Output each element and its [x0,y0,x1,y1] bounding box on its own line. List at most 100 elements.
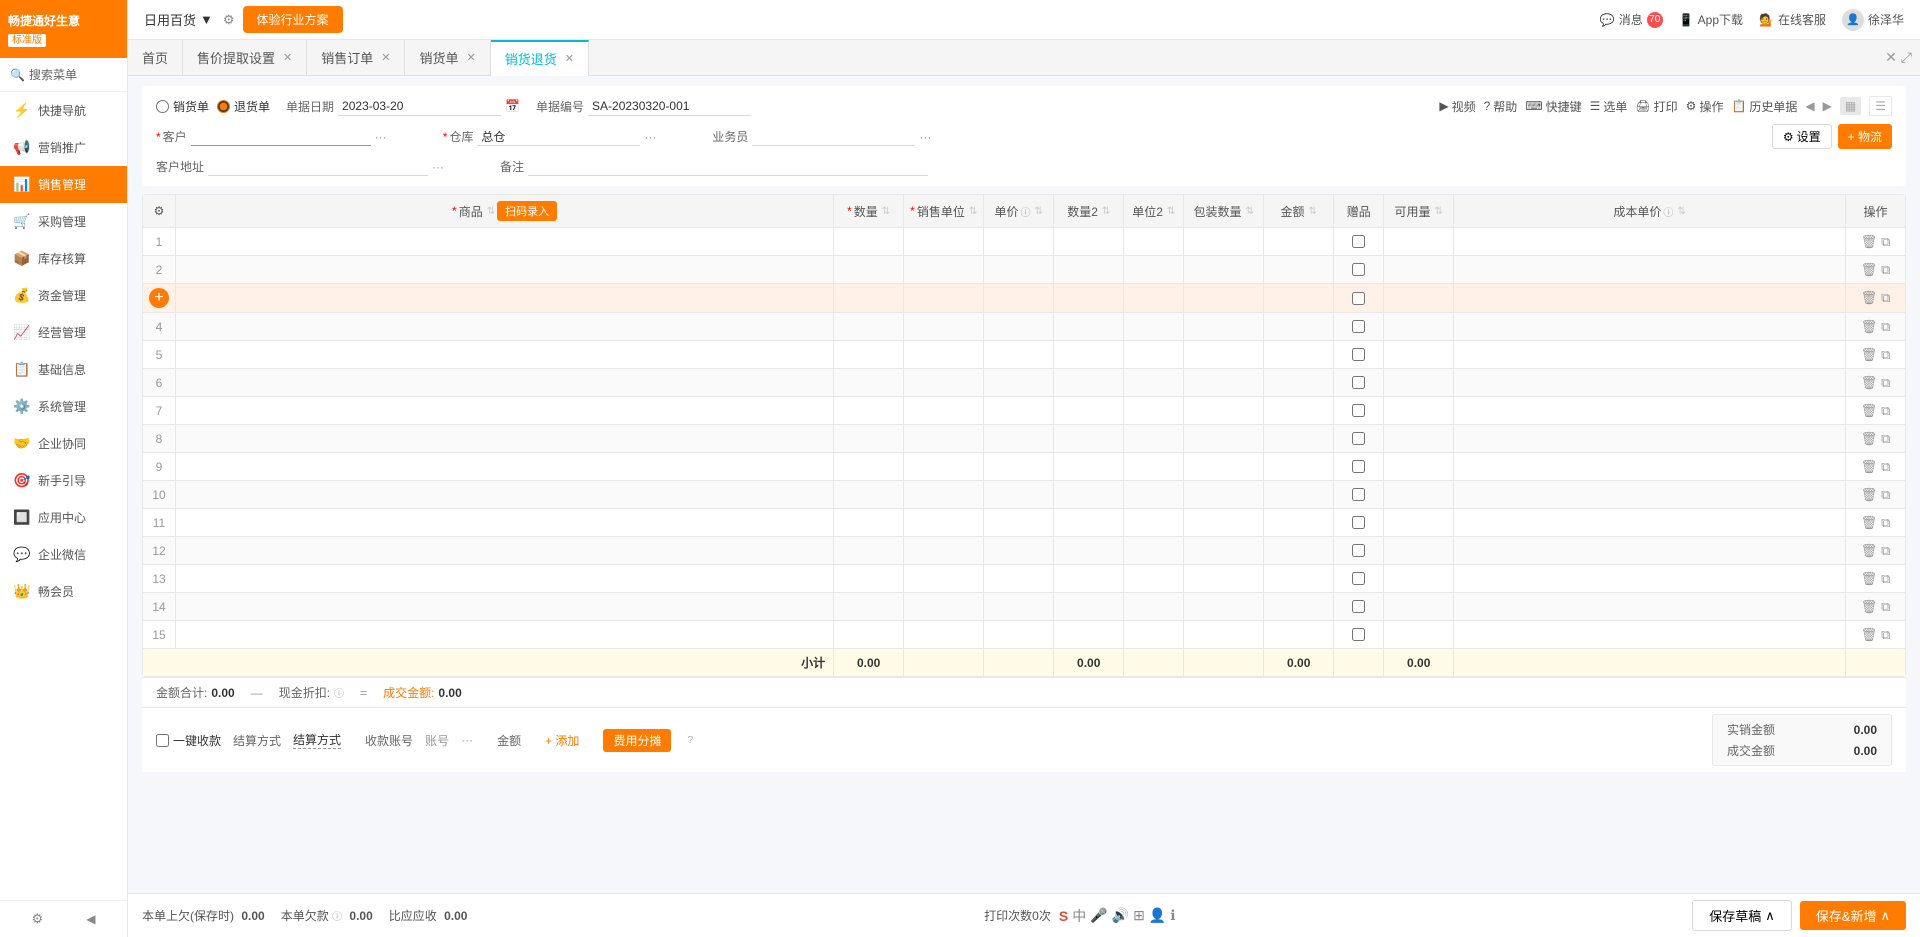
settings-btn[interactable]: ⚙ 设置 [1772,124,1832,149]
product-input-7[interactable] [182,404,827,418]
list-view-btn[interactable]: ☰ [1869,96,1892,116]
cell-unit2-9[interactable] [1124,453,1184,481]
cell-product-1[interactable] [176,228,834,256]
cell-cost-price-8[interactable] [1454,425,1846,453]
cell-product-15[interactable] [176,621,834,649]
messages-btn[interactable]: 💬 消息 70 [1600,11,1663,28]
gift-checkbox-8[interactable] [1352,432,1365,445]
cell-cost-price-5[interactable] [1454,341,1846,369]
gift-checkbox-3[interactable] [1352,292,1365,305]
cell-cost-price-3[interactable] [1454,284,1846,313]
cell-quantity-6[interactable] [834,369,904,397]
cell-quantity-9[interactable] [834,453,904,481]
cell-product-3[interactable] [176,284,834,313]
product-input-6[interactable] [182,376,827,390]
pkg-sort-icon[interactable]: ⇅ [1246,206,1254,217]
cell-qty2-4[interactable] [1054,313,1124,341]
cell-cost-price-13[interactable] [1454,565,1846,593]
cell-qty2-1[interactable] [1054,228,1124,256]
copy-row-4[interactable]: ⧉ [1881,319,1890,335]
cell-sales-unit-4[interactable] [904,313,984,341]
tab-close-sales-return[interactable]: ✕ [565,52,574,65]
cell-unit2-11[interactable] [1124,509,1184,537]
cell-sales-unit-7[interactable] [904,397,984,425]
cell-cost-price-9[interactable] [1454,453,1846,481]
help-btn[interactable]: ? 帮助 [1484,98,1518,115]
gift-checkbox-1[interactable] [1352,235,1365,248]
price-sort-icon[interactable]: ⇅ [1035,206,1043,217]
delete-row-13[interactable]: 🗑 [1861,571,1878,587]
product-input-9[interactable] [182,460,827,474]
save-draft-btn[interactable]: 保存草稿 ∧ [1692,900,1792,931]
cell-product-4[interactable] [176,313,834,341]
gift-checkbox-15[interactable] [1352,628,1365,641]
copy-row-1[interactable]: ⧉ [1881,234,1890,250]
tab-close-sales-delivery[interactable]: ✕ [467,51,476,64]
delete-row-5[interactable]: 🗑 [1861,347,1878,363]
cell-qty2-5[interactable] [1054,341,1124,369]
sidebar-item-finance[interactable]: 💰资金管理 [0,277,127,314]
cell-cost-price-1[interactable] [1454,228,1846,256]
cell-unit-price-14[interactable] [984,593,1054,621]
address-dots[interactable]: ··· [432,160,444,174]
sidebar-item-member[interactable]: 👑畅会员 [0,573,127,610]
cell-amount-13[interactable] [1264,565,1334,593]
copy-row-11[interactable]: ⧉ [1881,515,1890,531]
gift-checkbox-7[interactable] [1352,404,1365,417]
cell-available-14[interactable] [1384,593,1454,621]
cell-available-10[interactable] [1384,481,1454,509]
gift-checkbox-14[interactable] [1352,600,1365,613]
delete-row-4[interactable]: 🗑 [1861,319,1878,335]
gift-checkbox-9[interactable] [1352,460,1365,473]
cell-sales-unit-8[interactable] [904,425,984,453]
warehouse-dots[interactable]: ··· [644,130,656,144]
tab-sales-order[interactable]: 销售订单✕ [307,40,405,76]
sidebar-item-purchase[interactable]: 🛒采购管理 [0,203,127,240]
delete-row-9[interactable]: 🗑 [1861,459,1878,475]
calc-label[interactable]: 结算方式 [293,731,341,749]
cell-package-qty-7[interactable] [1184,397,1264,425]
cell-product-12[interactable] [176,537,834,565]
cell-package-qty-1[interactable] [1184,228,1264,256]
cell-gift-6[interactable] [1334,369,1384,397]
cell-quantity-8[interactable] [834,425,904,453]
cell-sales-unit-14[interactable] [904,593,984,621]
cell-available-6[interactable] [1384,369,1454,397]
cell-unit2-1[interactable] [1124,228,1184,256]
gift-checkbox-4[interactable] [1352,320,1365,333]
cell-cost-price-6[interactable] [1454,369,1846,397]
cell-unit-price-10[interactable] [984,481,1054,509]
cell-quantity-7[interactable] [834,397,904,425]
cell-sales-unit-12[interactable] [904,537,984,565]
cell-available-1[interactable] [1384,228,1454,256]
delete-row-1[interactable]: 🗑 [1861,234,1878,250]
gift-checkbox-6[interactable] [1352,376,1365,389]
cell-quantity-13[interactable] [834,565,904,593]
cell-unit-price-5[interactable] [984,341,1054,369]
cell-quantity-4[interactable] [834,313,904,341]
discount-help-icon[interactable]: ⓘ [334,685,344,700]
gift-checkbox-2[interactable] [1352,263,1365,276]
add-payment-btn[interactable]: + 添加 [545,732,579,749]
cell-unit2-13[interactable] [1124,565,1184,593]
cell-unit2-2[interactable] [1124,256,1184,284]
tab-sales-return[interactable]: 销货退货✕ [491,40,589,76]
copy-row-12[interactable]: ⧉ [1881,543,1890,559]
logistics-btn[interactable]: + 物流 [1838,124,1892,149]
copy-row-9[interactable]: ⧉ [1881,459,1890,475]
radio-delivery-label[interactable]: 销货单 [156,98,209,115]
cell-sales-unit-10[interactable] [904,481,984,509]
sidebar-item-basics[interactable]: 📋基础信息 [0,351,127,388]
cell-product-14[interactable] [176,593,834,621]
cell-quantity-15[interactable] [834,621,904,649]
settings-col-icon[interactable]: ⚙ [154,204,165,218]
cell-package-qty-6[interactable] [1184,369,1264,397]
delete-row-8[interactable]: 🗑 [1861,431,1878,447]
cell-sales-unit-9[interactable] [904,453,984,481]
settings-icon[interactable]: ⚙ [32,911,44,927]
cell-sales-unit-2[interactable] [904,256,984,284]
cell-qty2-6[interactable] [1054,369,1124,397]
sidebar-item-shortcut[interactable]: ⚡快捷导航 [0,92,127,129]
cell-package-qty-15[interactable] [1184,621,1264,649]
delete-row-7[interactable]: 🗑 [1861,403,1878,419]
